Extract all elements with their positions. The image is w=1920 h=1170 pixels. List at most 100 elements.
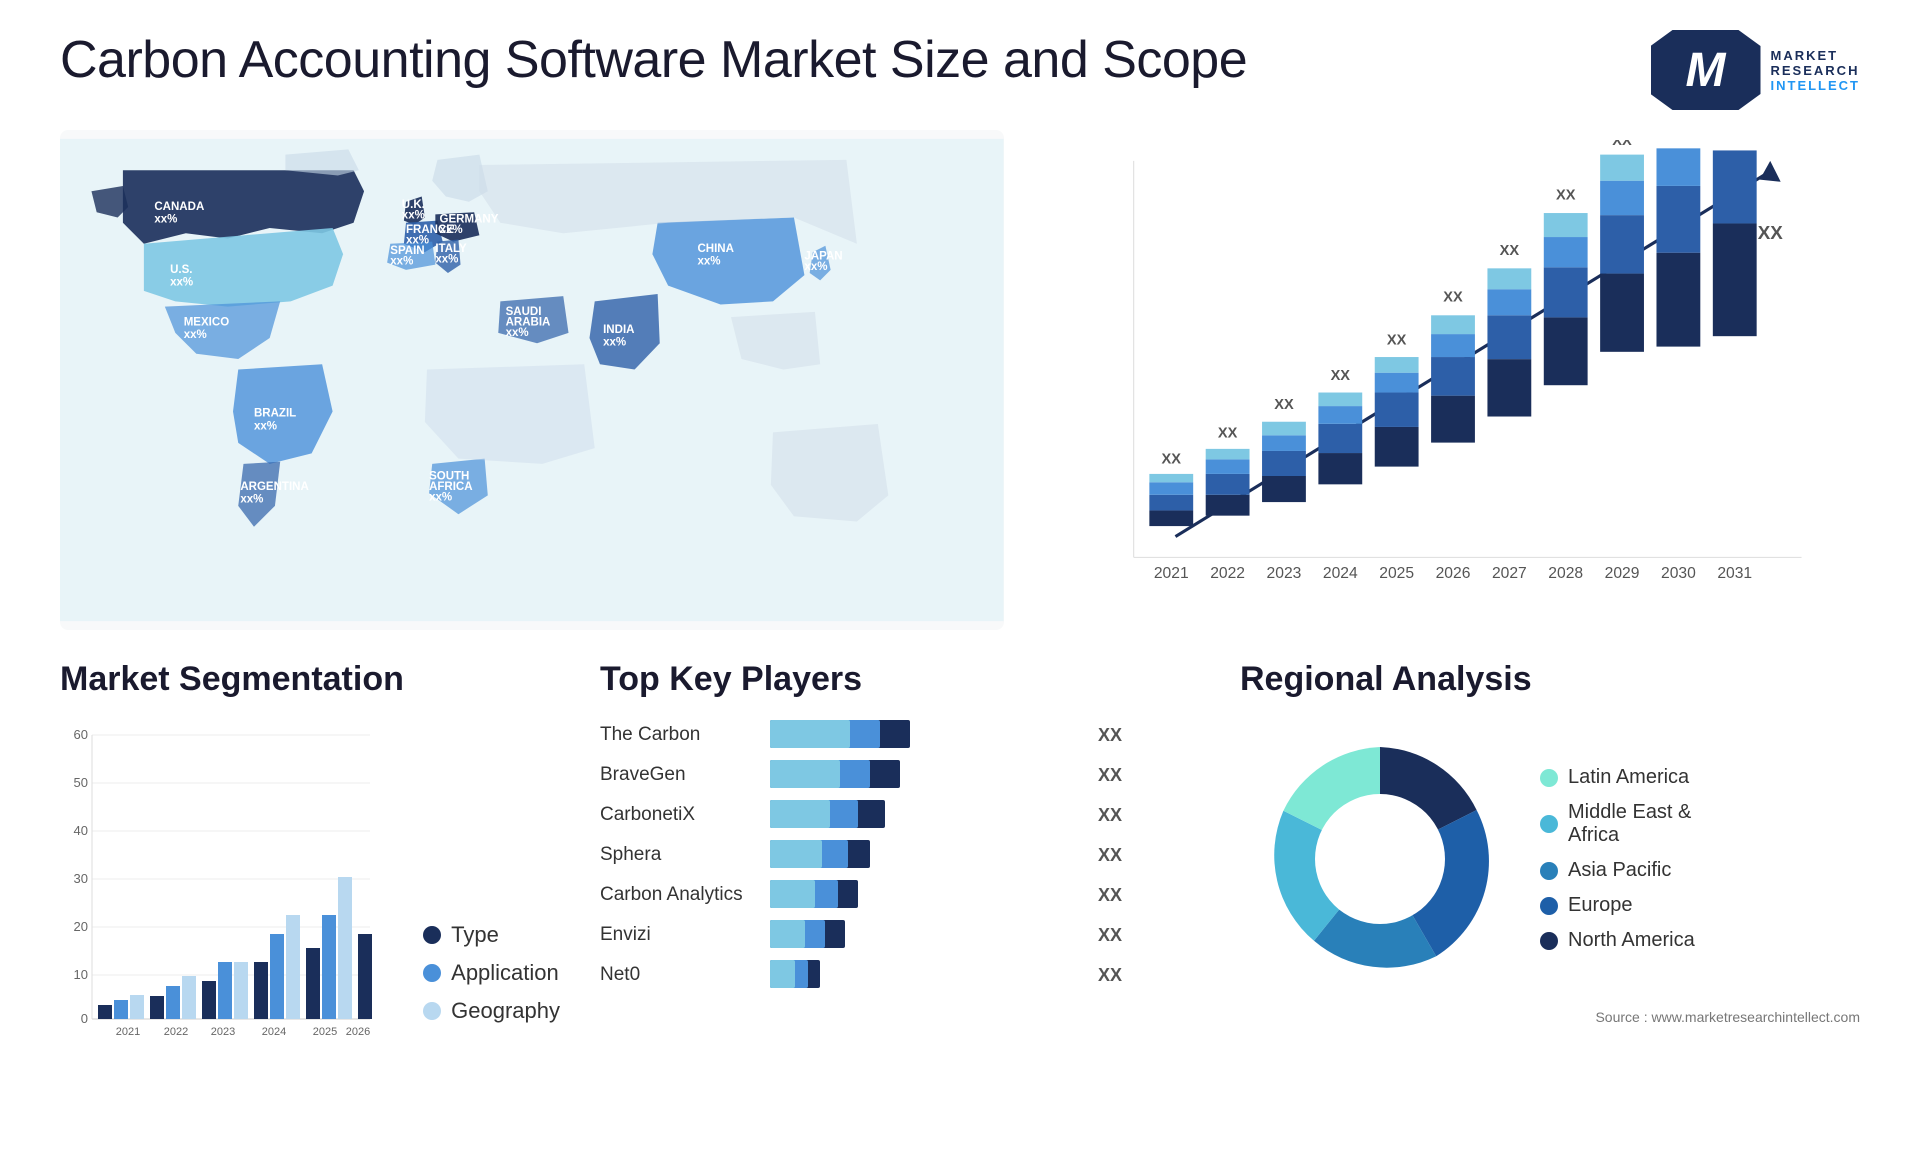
legend-dot-asia-pacific [1540, 862, 1558, 880]
svg-text:2021: 2021 [1154, 565, 1189, 582]
player-name-4: Carbon Analytics [600, 884, 760, 906]
player-row-0: The Carbon XX [600, 719, 1200, 751]
svg-text:xx%: xx% [154, 214, 177, 226]
key-players-panel: Top Key Players The Carbon XX [600, 660, 1200, 1140]
legend-label-europe: Europe [1568, 894, 1633, 917]
svg-text:2025: 2025 [313, 1026, 337, 1038]
svg-text:xx%: xx% [240, 494, 263, 506]
legend-geography: Geography [423, 998, 560, 1024]
segmentation-panel: Market Segmentation 60 50 40 30 20 10 0 [60, 660, 560, 1140]
source-text: Source : www.marketresearchintellect.com [1240, 1009, 1860, 1025]
svg-text:2022: 2022 [1210, 565, 1245, 582]
legend-dot-type [423, 926, 441, 944]
player-bar-svg-2 [770, 798, 1090, 832]
svg-text:2022: 2022 [164, 1026, 188, 1038]
legend-middle-east-africa: Middle East &Africa [1540, 801, 1695, 847]
player-name-5: Envizi [600, 924, 760, 946]
svg-text:xx%: xx% [804, 261, 827, 273]
svg-text:2021: 2021 [116, 1026, 140, 1038]
player-name-6: Net0 [600, 964, 760, 986]
svg-text:XX: XX [1330, 368, 1350, 384]
svg-text:50: 50 [74, 775, 88, 790]
svg-text:xx%: xx% [254, 420, 277, 432]
players-list: The Carbon XX BraveGen [600, 719, 1200, 991]
legend-dot-latin-america [1540, 769, 1558, 787]
logo-icon: M [1651, 30, 1761, 110]
svg-text:2026: 2026 [346, 1026, 370, 1038]
seg-svg-container: 60 50 40 30 20 10 0 [60, 719, 393, 1064]
svg-text:BRAZIL: BRAZIL [254, 408, 296, 420]
player-name-0: The Carbon [600, 724, 760, 746]
player-val-2: XX [1098, 805, 1122, 826]
logo: M MARKET RESEARCH INTELLECT [1651, 30, 1861, 110]
player-bar-container-1: XX [770, 759, 1200, 791]
svg-text:60: 60 [74, 727, 88, 742]
svg-text:xx%: xx% [435, 254, 458, 266]
regional-panel: Regional Analysis [1240, 660, 1860, 1140]
svg-text:2026: 2026 [1435, 565, 1470, 582]
donut-svg [1240, 719, 1520, 999]
svg-text:2030: 2030 [1661, 565, 1696, 582]
segmentation-title: Market Segmentation [60, 660, 560, 699]
player-row-2: CarbonetiX XX [600, 799, 1200, 831]
key-players-title: Top Key Players [600, 660, 1200, 699]
svg-text:XX: XX [1274, 397, 1294, 413]
svg-text:xx%: xx% [170, 277, 193, 289]
legend-label-asia-pacific: Asia Pacific [1568, 859, 1671, 882]
svg-text:CANADA: CANADA [154, 201, 205, 213]
svg-text:xx%: xx% [603, 336, 626, 348]
player-bar-svg-1 [770, 758, 1090, 792]
svg-text:ARGENTINA: ARGENTINA [240, 481, 309, 493]
regional-content: Latin America Middle East &Africa Asia P… [1240, 719, 1860, 999]
svg-text:xx%: xx% [402, 210, 425, 222]
player-name-2: CarbonetiX [600, 804, 760, 826]
player-val-0: XX [1098, 725, 1122, 746]
logo-line2: RESEARCH [1771, 63, 1861, 78]
svg-text:U.S.: U.S. [170, 264, 192, 276]
legend-label-application: Application [451, 960, 559, 986]
legend-label-latin-america: Latin America [1568, 766, 1689, 789]
svg-text:2027: 2027 [1492, 565, 1527, 582]
page-title: Carbon Accounting Software Market Size a… [60, 30, 1247, 90]
svg-text:MEXICO: MEXICO [184, 316, 229, 328]
svg-text:2023: 2023 [211, 1026, 235, 1038]
svg-text:2023: 2023 [1266, 565, 1301, 582]
svg-text:2024: 2024 [1323, 565, 1358, 582]
legend-dot-geography [423, 1002, 441, 1020]
svg-text:20: 20 [74, 919, 88, 934]
player-bar-svg-0 [770, 718, 1090, 752]
svg-text:XX: XX [1499, 243, 1519, 259]
segmentation-chart-svg: 60 50 40 30 20 10 0 [60, 719, 380, 1059]
seg-chart-area: 60 50 40 30 20 10 0 [60, 719, 560, 1064]
player-val-3: XX [1098, 845, 1122, 866]
player-bar-svg-5 [770, 918, 1090, 952]
player-bar-container-3: XX [770, 839, 1200, 871]
legend-label-middle-east-africa: Middle East &Africa [1568, 801, 1691, 847]
world-map-container: CANADA xx% U.S. xx% MEXICO xx% BRAZIL xx… [60, 130, 1004, 630]
legend-dot-application [423, 964, 441, 982]
player-bar-container-6: XX [770, 959, 1200, 991]
logo-line3: INTELLECT [1771, 78, 1861, 93]
player-row-5: Envizi XX [600, 919, 1200, 951]
player-row-1: BraveGen XX [600, 759, 1200, 791]
logo-line1: MARKET [1771, 48, 1861, 63]
bar-chart-container: XX 2021 XX 2022 XX 2023 [1044, 130, 1860, 630]
player-name-3: Sphera [600, 844, 760, 866]
regional-legend: Latin America Middle East &Africa Asia P… [1540, 766, 1695, 952]
legend-label-north-america: North America [1568, 929, 1695, 952]
player-val-1: XX [1098, 765, 1122, 786]
svg-text:XX: XX [1443, 290, 1463, 306]
player-bar-svg-4 [770, 878, 1090, 912]
legend-asia-pacific: Asia Pacific [1540, 859, 1695, 882]
legend-application: Application [423, 960, 560, 986]
player-row-6: Net0 XX [600, 959, 1200, 991]
segmentation-legend: Type Application Geography [423, 922, 560, 1064]
svg-text:2028: 2028 [1548, 565, 1583, 582]
player-val-6: XX [1098, 965, 1122, 986]
svg-text:XX: XX [1161, 451, 1181, 467]
player-row-4: Carbon Analytics XX [600, 879, 1200, 911]
player-row-3: Sphera XX [600, 839, 1200, 871]
legend-label-type: Type [451, 922, 499, 948]
legend-north-america: North America [1540, 929, 1695, 952]
svg-text:2031: 2031 [1717, 565, 1752, 582]
